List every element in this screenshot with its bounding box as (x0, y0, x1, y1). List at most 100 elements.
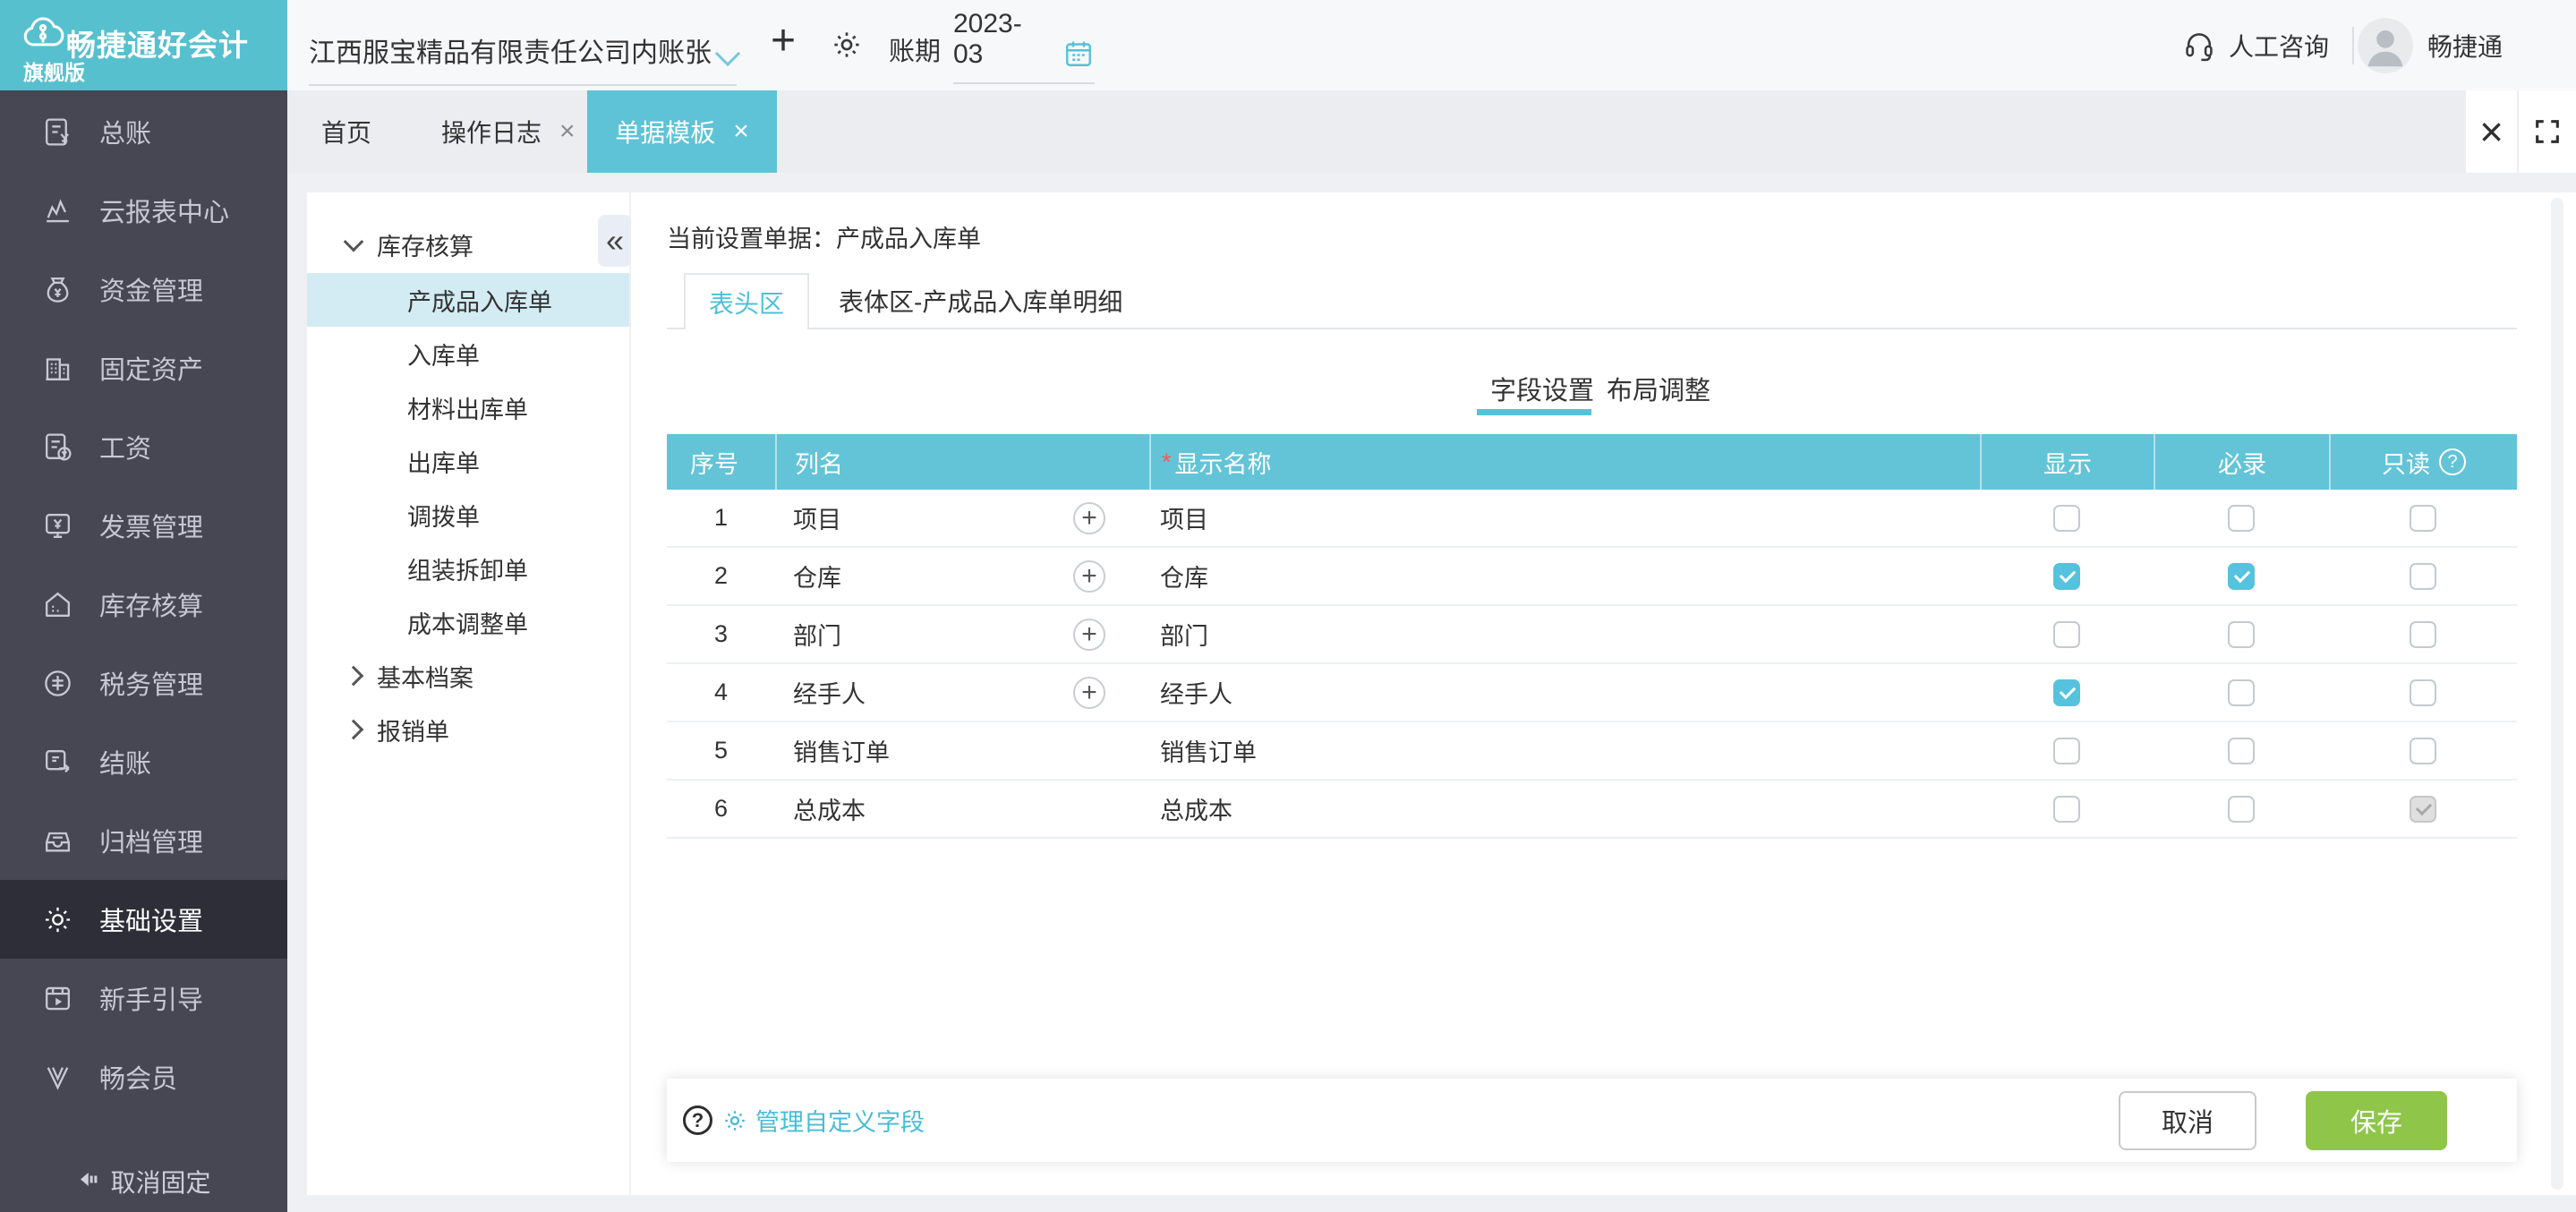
unpin-sidebar-button[interactable]: 取消固定 (0, 1164, 287, 1199)
help-icon[interactable]: ? (2439, 448, 2466, 475)
account-set-selector[interactable]: 江西服宝精品有限责任公司内账张 (309, 0, 741, 86)
tab-operation-log[interactable]: 操作日志 × (441, 90, 576, 173)
tab-field-settings[interactable]: 字段设置 (1490, 370, 1594, 407)
add-field-button[interactable]: + (1073, 676, 1105, 709)
add-field-button[interactable]: + (1073, 559, 1105, 593)
manage-custom-fields-link[interactable]: 管理自定义字段 (721, 1103, 925, 1138)
required-checkbox[interactable] (2228, 795, 2255, 823)
close-tab-icon[interactable]: × (559, 116, 576, 147)
action-footer: ? 管理自定义字段 取消 保存 (667, 1079, 2517, 1162)
sidebar-item-funds[interactable]: 资金管理 (0, 250, 287, 329)
tab-body-area[interactable]: 表体区-产成品入库单明细 (839, 273, 1122, 328)
tree-item-transfer[interactable]: 调拨单 (307, 488, 629, 542)
required-checkbox[interactable] (2228, 562, 2255, 590)
tab-document-template[interactable]: 单据模板 × (587, 90, 777, 173)
tree-item-cost-adjustment[interactable]: 成本调整单 (307, 595, 629, 649)
required-checkbox[interactable] (2228, 504, 2255, 532)
tree-item-finished-goods-receipt[interactable]: 产成品入库单 (307, 273, 629, 327)
row-seq: 2 (713, 562, 729, 589)
tree-item-label: 产成品入库单 (407, 288, 552, 316)
vertical-scrollbar[interactable] (2551, 198, 2563, 1190)
tree-group-label: 基本档案 (377, 664, 473, 692)
sidebar-item-label: 畅会员 (99, 1065, 178, 1094)
invoice-icon (46, 513, 70, 538)
column-header-required: 必录 (2154, 434, 2329, 490)
avatar (2357, 17, 2413, 73)
tab-label: 字段设置 (1490, 377, 1595, 405)
period-value: 2023-03 (953, 9, 1022, 69)
cancel-button[interactable]: 取消 (2119, 1090, 2256, 1150)
help-icon[interactable]: ? (683, 1105, 712, 1135)
unpin-label: 取消固定 (110, 1169, 211, 1197)
tree-group-basic-archives[interactable]: 基本档案 (307, 649, 629, 703)
support-label: 人工咨询 (2228, 32, 2329, 61)
tab-layout-adjustment[interactable]: 布局调整 (1607, 370, 1710, 407)
tab-label: 操作日志 (441, 119, 542, 147)
sidebar-item-closing[interactable]: 结账 (0, 722, 287, 801)
table-row: 5 销售订单+ 销售订单 (667, 722, 2517, 781)
show-checkbox[interactable] (2053, 562, 2080, 590)
close-tab-icon[interactable]: × (733, 116, 749, 147)
chevron-right-icon (343, 719, 364, 740)
column-header-show: 显示 (1980, 434, 2154, 490)
readonly-checkbox[interactable] (2410, 679, 2436, 706)
table-row: 1 项目 + 项目 (667, 490, 2517, 548)
sidebar-item-ledger[interactable]: 总账 (0, 92, 287, 171)
show-checkbox[interactable] (2053, 679, 2080, 706)
tree-item-receipt[interactable]: 入库单 (307, 327, 629, 380)
template-tree-panel: « 库存核算 产成品入库单 入库单 材料出库单 出库单 调拨单 组装拆卸单 成本… (307, 192, 632, 1195)
sidebar-item-guide[interactable]: 新手引导 (0, 959, 287, 1037)
sidebar-item-member[interactable]: 畅会员 (0, 1037, 287, 1116)
period-picker[interactable]: 2023-03 (953, 0, 1095, 84)
fullscreen-button[interactable] (2519, 90, 2576, 173)
edition-label: 旗舰版 (23, 61, 85, 84)
sidebar-item-archive[interactable]: 归档管理 (0, 801, 287, 880)
close-all-tabs-button[interactable]: × (2466, 90, 2517, 173)
table-row: 3 部门 + 部门 (667, 606, 2517, 664)
cloud-report-icon (47, 198, 69, 222)
tree-item-issue[interactable]: 出库单 (307, 434, 629, 488)
readonly-checkbox[interactable] (2410, 795, 2436, 823)
tree-group-inventory[interactable]: 库存核算 (307, 218, 629, 271)
sidebar-item-cloud-reports[interactable]: 云报表中心 (0, 171, 287, 250)
divider (667, 328, 2517, 329)
sidebar-item-label: 库存核算 (99, 593, 204, 621)
readonly-checkbox[interactable] (2410, 562, 2436, 590)
chevron-right-icon (343, 665, 364, 687)
add-field-button[interactable]: + (1073, 618, 1105, 651)
sidebar-item-salary[interactable]: 工资 (0, 407, 287, 486)
tab-header-area[interactable]: 表头区 (684, 273, 809, 329)
readonly-checkbox[interactable] (2410, 737, 2436, 764)
show-checkbox[interactable] (2053, 620, 2080, 648)
sidebar-item-invoice[interactable]: 发票管理 (0, 486, 287, 565)
sidebar-item-fixed-assets[interactable]: 固定资产 (0, 329, 287, 407)
tab-label: 布局调整 (1607, 377, 1711, 405)
required-checkbox[interactable] (2228, 679, 2255, 706)
readonly-checkbox[interactable] (2410, 504, 2436, 532)
add-field-button[interactable]: + (1073, 501, 1105, 534)
sidebar-item-tax[interactable]: 税务管理 (0, 644, 287, 722)
tab-label: 首页 (321, 119, 372, 147)
app-logo[interactable]: 畅捷通好会计 旗舰版 (0, 0, 287, 90)
table-row: 2 仓库 + 仓库 (667, 548, 2517, 606)
required-checkbox[interactable] (2228, 737, 2255, 764)
column-name: 仓库 (793, 565, 841, 592)
tab-home[interactable]: 首页 (321, 90, 371, 173)
field-settings-table: 序号 列名 * 显示名称 显示 必录 只读 ? 1 项目 + 项目 2 仓库 +… (667, 434, 2517, 839)
sidebar-item-inventory[interactable]: 库存核算 (0, 565, 287, 644)
settings-gear-icon[interactable] (830, 28, 864, 66)
tree-group-expense-claim[interactable]: 报销单 (307, 703, 629, 756)
required-checkbox[interactable] (2228, 620, 2255, 648)
show-checkbox[interactable] (2053, 737, 2080, 764)
topbar: 江西服宝精品有限责任公司内账张 + 账期 2023-03 人工咨询 畅捷通 (287, 0, 2576, 90)
tree-item-material-issue[interactable]: 材料出库单 (307, 380, 629, 434)
user-menu[interactable]: 畅捷通 (2357, 0, 2503, 90)
readonly-checkbox[interactable] (2410, 620, 2436, 648)
tree-item-assembly[interactable]: 组装拆卸单 (307, 542, 629, 595)
add-account-set-button[interactable]: + (771, 20, 796, 63)
show-checkbox[interactable] (2053, 504, 2080, 532)
sidebar-item-settings[interactable]: 基础设置 (0, 880, 287, 959)
support-button[interactable]: 人工咨询 (2182, 0, 2329, 90)
show-checkbox[interactable] (2053, 795, 2080, 823)
save-button[interactable]: 保存 (2306, 1090, 2447, 1150)
